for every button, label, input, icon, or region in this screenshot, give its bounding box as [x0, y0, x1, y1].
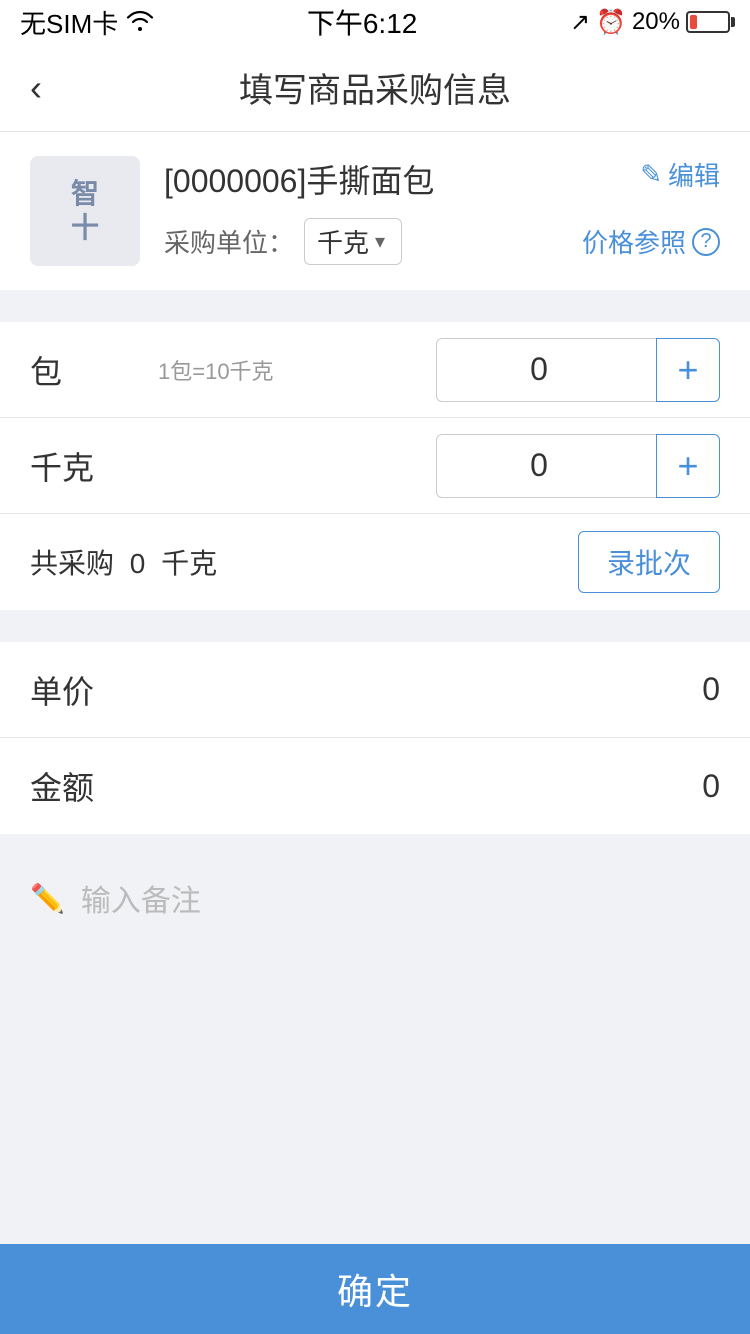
product-name: [0000006]手撕面包	[164, 156, 720, 202]
amount-value: 0	[702, 768, 720, 805]
edit-label: 编辑	[668, 156, 720, 193]
chevron-down-icon: ▾	[375, 229, 385, 254]
purchase-unit-label: 采购单位：	[164, 223, 294, 260]
unit-price-value: 0	[702, 671, 720, 708]
summary-text: 共采购 0 千克	[30, 542, 217, 582]
location-icon: ↗	[570, 8, 590, 37]
product-meta: 采购单位： 千克 ▾ 价格参照 ?	[164, 218, 720, 265]
product-logo: 智 十	[71, 177, 99, 244]
back-button[interactable]: ‹	[30, 67, 42, 109]
bag-plus-button[interactable]: +	[656, 338, 720, 402]
page-title: 填写商品采购信息	[239, 63, 511, 112]
price-ref-button[interactable]: 价格参照 ?	[582, 223, 720, 260]
unit-select[interactable]: 千克 ▾	[304, 218, 402, 265]
wifi-icon	[126, 7, 154, 38]
status-right: ↗ ⏰ 20%	[570, 8, 730, 37]
kg-quantity-input[interactable]	[436, 434, 656, 498]
pencil-icon: ✏️	[30, 882, 65, 915]
status-left: 无SIM卡	[20, 4, 154, 41]
price-ref-label: 价格参照	[582, 223, 686, 260]
remark-input-placeholder: 输入备注	[81, 876, 201, 920]
status-bar: 无SIM卡 下午6:12 ↗ ⏰ 20%	[0, 0, 750, 44]
battery-icon	[686, 11, 730, 33]
help-icon: ?	[692, 228, 720, 256]
bag-sublabel: 1包=10千克	[158, 354, 274, 386]
edit-button[interactable]: ✎ 编辑	[640, 156, 720, 193]
status-time: 下午6:12	[307, 2, 418, 42]
remark-section[interactable]: ✏️ 输入备注	[0, 850, 750, 946]
bag-quantity-input[interactable]	[436, 338, 656, 402]
product-info: [0000006]手撕面包 采购单位： 千克 ▾ 价格参照 ?	[164, 156, 720, 265]
main-content-area	[0, 946, 750, 1266]
bag-label: 包	[30, 347, 150, 393]
section-divider-1	[0, 306, 750, 322]
kg-plus-button[interactable]: +	[656, 434, 720, 498]
bag-input-wrap: +	[436, 338, 720, 402]
battery-percent: 20%	[632, 8, 680, 36]
summary-row: 共采购 0 千克 录批次	[0, 514, 750, 610]
summary-amount: 0	[130, 548, 146, 579]
product-image: 智 十	[30, 156, 140, 266]
amount-label: 金额	[30, 763, 94, 809]
summary-suffix: 千克	[161, 548, 217, 579]
product-card: 智 十 [0000006]手撕面包 采购单位： 千克 ▾ 价格参照 ? ✎ 编辑	[0, 132, 750, 290]
kg-input-wrap: +	[436, 434, 720, 498]
purchase-unit: 采购单位： 千克 ▾	[164, 218, 402, 265]
edit-icon: ✎	[640, 159, 662, 190]
price-section: 单价 0 金额 0	[0, 642, 750, 834]
section-divider-2	[0, 610, 750, 626]
unit-price-label: 单价	[30, 667, 94, 713]
unit-value: 千克	[317, 223, 369, 260]
unit-price-row: 单价 0	[0, 642, 750, 738]
confirm-button[interactable]: 确定	[0, 1244, 750, 1334]
summary-prefix: 共采购	[30, 548, 114, 579]
alarm-icon: ⏰	[596, 8, 626, 37]
kg-label: 千克	[30, 443, 150, 489]
carrier-text: 无SIM卡	[20, 4, 118, 41]
batch-button[interactable]: 录批次	[578, 531, 720, 593]
kg-input-row: 千克 +	[0, 418, 750, 514]
quantity-section: 包 1包=10千克 + 千克 +	[0, 322, 750, 514]
nav-bar: ‹ 填写商品采购信息	[0, 44, 750, 132]
amount-row: 金额 0	[0, 738, 750, 834]
bag-input-row: 包 1包=10千克 +	[0, 322, 750, 418]
